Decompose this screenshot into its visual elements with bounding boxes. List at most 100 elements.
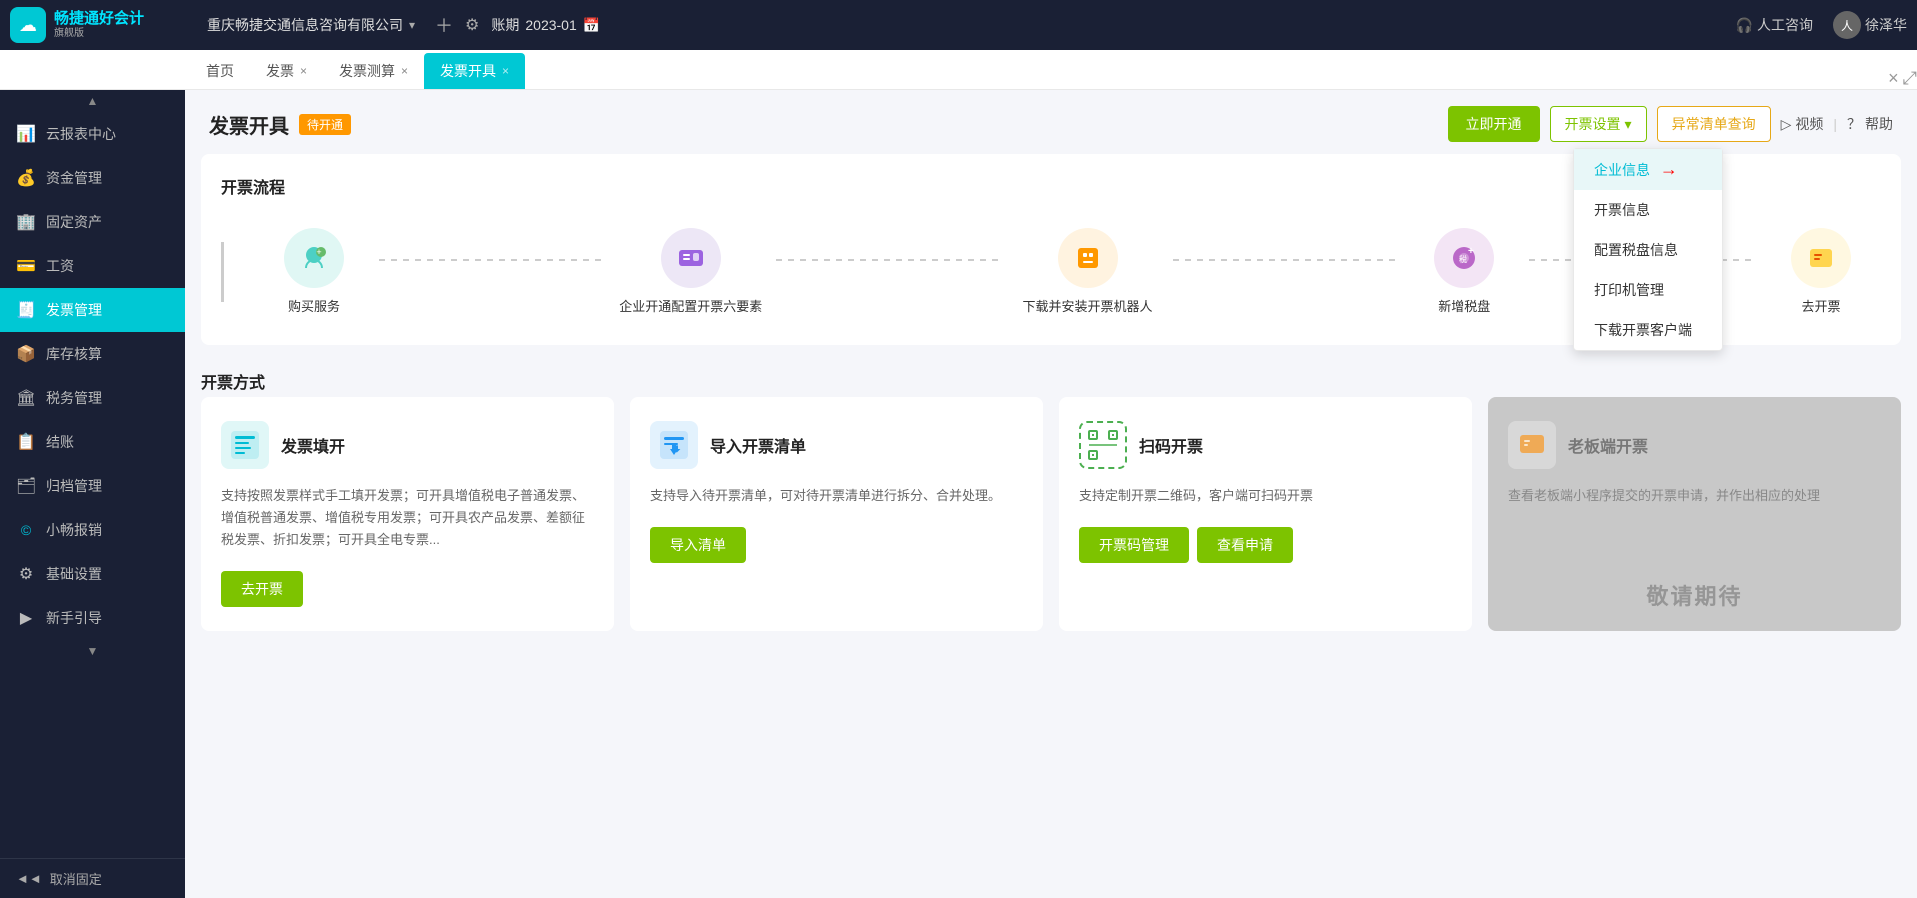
sidebar-item-tax[interactable]: 🏛 税务管理 bbox=[0, 376, 185, 420]
sidebar-item-inventory[interactable]: 📦 库存核算 bbox=[0, 332, 185, 376]
tab-home[interactable]: 首页 bbox=[190, 53, 250, 89]
unpin-icon: ◄◄ bbox=[16, 871, 42, 886]
dropdown-printer[interactable]: 打印机管理 bbox=[1574, 270, 1722, 310]
flow-label-go-invoice: 去开票 bbox=[1801, 296, 1840, 315]
sidebar: ▲ 📊 云报表中心 💰 资金管理 🏢 固定资产 💳 工资 🧾 发票管理 📦 库存… bbox=[0, 90, 185, 898]
sidebar-item-invoice-mgmt[interactable]: 🧾 发票管理 bbox=[0, 288, 185, 332]
header-actions: ＋ ⚙ 账期 2023-01 📅 bbox=[435, 12, 600, 38]
boss-invoice-desc: 查看老板端小程序提交的开票申请，并作出相应的处理 bbox=[1508, 485, 1881, 507]
sidebar-scroll-up[interactable]: ▲ bbox=[0, 90, 185, 112]
sidebar-item-cloud-report-label: 云报表中心 bbox=[46, 124, 116, 144]
flow-icon-config bbox=[661, 228, 721, 288]
help-icon: ？ bbox=[1847, 114, 1861, 134]
sidebar-item-invoice-mgmt-label: 发票管理 bbox=[46, 300, 102, 320]
boss-invoice-header: 老板端开票 bbox=[1508, 421, 1881, 469]
company-dropdown-arrow: ▾ bbox=[409, 18, 415, 32]
method-import-list: 导入开票清单 支持导入待开票清单，可对待开票清单进行拆分、合并处理。 导入清单 bbox=[630, 397, 1043, 631]
boss-invoice-title: 老板端开票 bbox=[1568, 433, 1648, 457]
dropdown-download-client[interactable]: 下载开票客户端 bbox=[1574, 310, 1722, 350]
logo-main-text: 畅捷通好会计 bbox=[54, 10, 144, 28]
dropdown-tax-disk[interactable]: 配置税盘信息 bbox=[1574, 230, 1722, 270]
import-list-title: 导入开票清单 bbox=[710, 433, 806, 457]
tab-invoice-label: 发票 bbox=[266, 61, 294, 81]
tab-invoice-issue[interactable]: 发票开具 × bbox=[424, 53, 525, 89]
invoice-settings-label: 开票设置 bbox=[1565, 114, 1621, 134]
flow-step-go-invoice: 去开票 bbox=[1761, 228, 1881, 315]
qrcode-mgmt-button[interactable]: 开票码管理 bbox=[1079, 527, 1189, 563]
svg-text:+: + bbox=[316, 247, 321, 257]
settings-icon[interactable]: ⚙ bbox=[465, 15, 479, 35]
help-button[interactable]: ？ 帮助 bbox=[1847, 114, 1893, 134]
flow-icon-go-invoice bbox=[1791, 228, 1851, 288]
payroll-icon: 💳 bbox=[16, 256, 36, 276]
sidebar-item-payroll[interactable]: 💳 工资 bbox=[0, 244, 185, 288]
boss-invoice-overlay: 敬请期待 bbox=[1488, 579, 1901, 611]
view-apply-button[interactable]: 查看申请 bbox=[1197, 527, 1293, 563]
sidebar-item-new-guide-label: 新手引导 bbox=[46, 608, 102, 628]
close-window-button[interactable]: × bbox=[1888, 68, 1899, 89]
svg-text:+: + bbox=[1468, 246, 1474, 257]
invoice-methods: 发票填开 支持按照发票样式手工填开发票；可开具增值税电子普通发票、增值税普通发票… bbox=[201, 397, 1901, 631]
activate-button[interactable]: 立即开通 bbox=[1448, 106, 1540, 142]
dropdown-company-info[interactable]: 企业信息 → bbox=[1574, 149, 1722, 190]
fixed-assets-icon: 🏢 bbox=[16, 212, 36, 232]
tab-invoice[interactable]: 发票 × bbox=[250, 53, 323, 89]
headset-icon: 🎧 bbox=[1736, 17, 1753, 34]
sidebar-item-settlement[interactable]: 📋 结账 bbox=[0, 420, 185, 464]
inventory-icon: 📦 bbox=[16, 344, 36, 364]
sidebar-item-new-guide[interactable]: ▶ 新手引导 bbox=[0, 596, 185, 640]
sidebar-item-fixed-assets[interactable]: 🏢 固定资产 bbox=[0, 200, 185, 244]
scan-invoice-header: 扫码开票 bbox=[1079, 421, 1452, 469]
user-menu[interactable]: 人 徐泽华 bbox=[1833, 11, 1907, 39]
company-selector[interactable]: 重庆畅捷交通信息咨询有限公司 ▾ bbox=[195, 15, 427, 35]
video-button[interactable]: ▷ 视频 bbox=[1781, 114, 1824, 134]
calendar-icon[interactable]: 📅 bbox=[583, 17, 600, 34]
sidebar-item-basic-settings[interactable]: ⚙ 基础设置 bbox=[0, 552, 185, 596]
invoice-settings-dropdown: 企业信息 → 开票信息 配置税盘信息 打印机管理 下载开票客户端 bbox=[1573, 148, 1723, 351]
status-badge: 待开通 bbox=[299, 114, 351, 135]
add-company-button[interactable]: ＋ bbox=[435, 12, 453, 38]
tax-icon: 🏛 bbox=[16, 388, 36, 408]
fill-invoice-desc: 支持按照发票样式手工填开发票；可开具增值税电子普通发票、增值税普通发票、增值税专… bbox=[221, 485, 594, 551]
sidebar-item-xiaochang-label: 小畅报销 bbox=[46, 520, 102, 540]
scan-invoice-title: 扫码开票 bbox=[1139, 433, 1203, 457]
flow-connector-2 bbox=[776, 259, 1003, 261]
svg-text:税: 税 bbox=[1459, 254, 1467, 264]
sidebar-item-basic-settings-label: 基础设置 bbox=[46, 564, 102, 584]
dropdown-invoice-info[interactable]: 开票信息 bbox=[1574, 190, 1722, 230]
sidebar-item-cloud-report[interactable]: 📊 云报表中心 bbox=[0, 112, 185, 156]
tab-invoice-calc[interactable]: 发票测算 × bbox=[323, 53, 424, 89]
goto-invoice-button[interactable]: 去开票 bbox=[221, 571, 303, 607]
cloud-report-icon: 📊 bbox=[16, 124, 36, 144]
import-list-header: 导入开票清单 bbox=[650, 421, 1023, 469]
tab-home-label: 首页 bbox=[206, 61, 234, 81]
tab-invoice-issue-close[interactable]: × bbox=[502, 64, 509, 78]
logo-sub-text: 旗舰版 bbox=[54, 28, 144, 40]
scan-invoice-desc: 支持定制开票二维码，客户端可扫码开票 bbox=[1079, 485, 1452, 507]
cancel-fixed-button[interactable]: ◄◄ 取消固定 bbox=[0, 859, 185, 898]
sidebar-item-tax-label: 税务管理 bbox=[46, 388, 102, 408]
fill-invoice-icon bbox=[221, 421, 269, 469]
methods-section-title: 开票方式 bbox=[185, 361, 1917, 397]
consult-button[interactable]: 🎧 人工咨询 bbox=[1736, 15, 1813, 35]
invoice-settings-button[interactable]: 开票设置 ▾ bbox=[1550, 106, 1647, 142]
flow-step-robot: 下载并安装开票机器人 bbox=[1008, 228, 1168, 315]
expand-window-button[interactable]: ⤢ bbox=[1903, 68, 1917, 89]
tab-invoice-close[interactable]: × bbox=[300, 64, 307, 78]
tab-invoice-issue-label: 发票开具 bbox=[440, 61, 496, 81]
sidebar-item-xiaochang[interactable]: © 小畅报销 bbox=[0, 508, 185, 552]
red-arrow-icon: → bbox=[1660, 159, 1678, 180]
sidebar-scroll-down[interactable]: ▼ bbox=[0, 640, 185, 662]
main-layout: ▲ 📊 云报表中心 💰 资金管理 🏢 固定资产 💳 工资 🧾 发票管理 📦 库存… bbox=[0, 90, 1917, 898]
method-scan-invoice: 扫码开票 支持定制开票二维码，客户端可扫码开票 开票码管理 查看申请 bbox=[1059, 397, 1472, 631]
invoice-mgmt-icon: 🧾 bbox=[16, 300, 36, 320]
abnormal-list-button[interactable]: 异常清单查询 bbox=[1657, 106, 1771, 142]
tab-invoice-calc-close[interactable]: × bbox=[401, 64, 408, 78]
tabs-window-controls: × ⤢ bbox=[1888, 68, 1917, 89]
accounting-period: 账期 2023-01 📅 bbox=[491, 15, 600, 35]
page-actions: 立即开通 开票设置 ▾ 异常清单查询 ▷ 视频 | ？ 帮助 bbox=[1448, 106, 1893, 142]
import-list-button[interactable]: 导入清单 bbox=[650, 527, 746, 563]
sidebar-item-fund[interactable]: 💰 资金管理 bbox=[0, 156, 185, 200]
settlement-icon: 📋 bbox=[16, 432, 36, 452]
sidebar-item-archive[interactable]: 🗂 归档管理 bbox=[0, 464, 185, 508]
